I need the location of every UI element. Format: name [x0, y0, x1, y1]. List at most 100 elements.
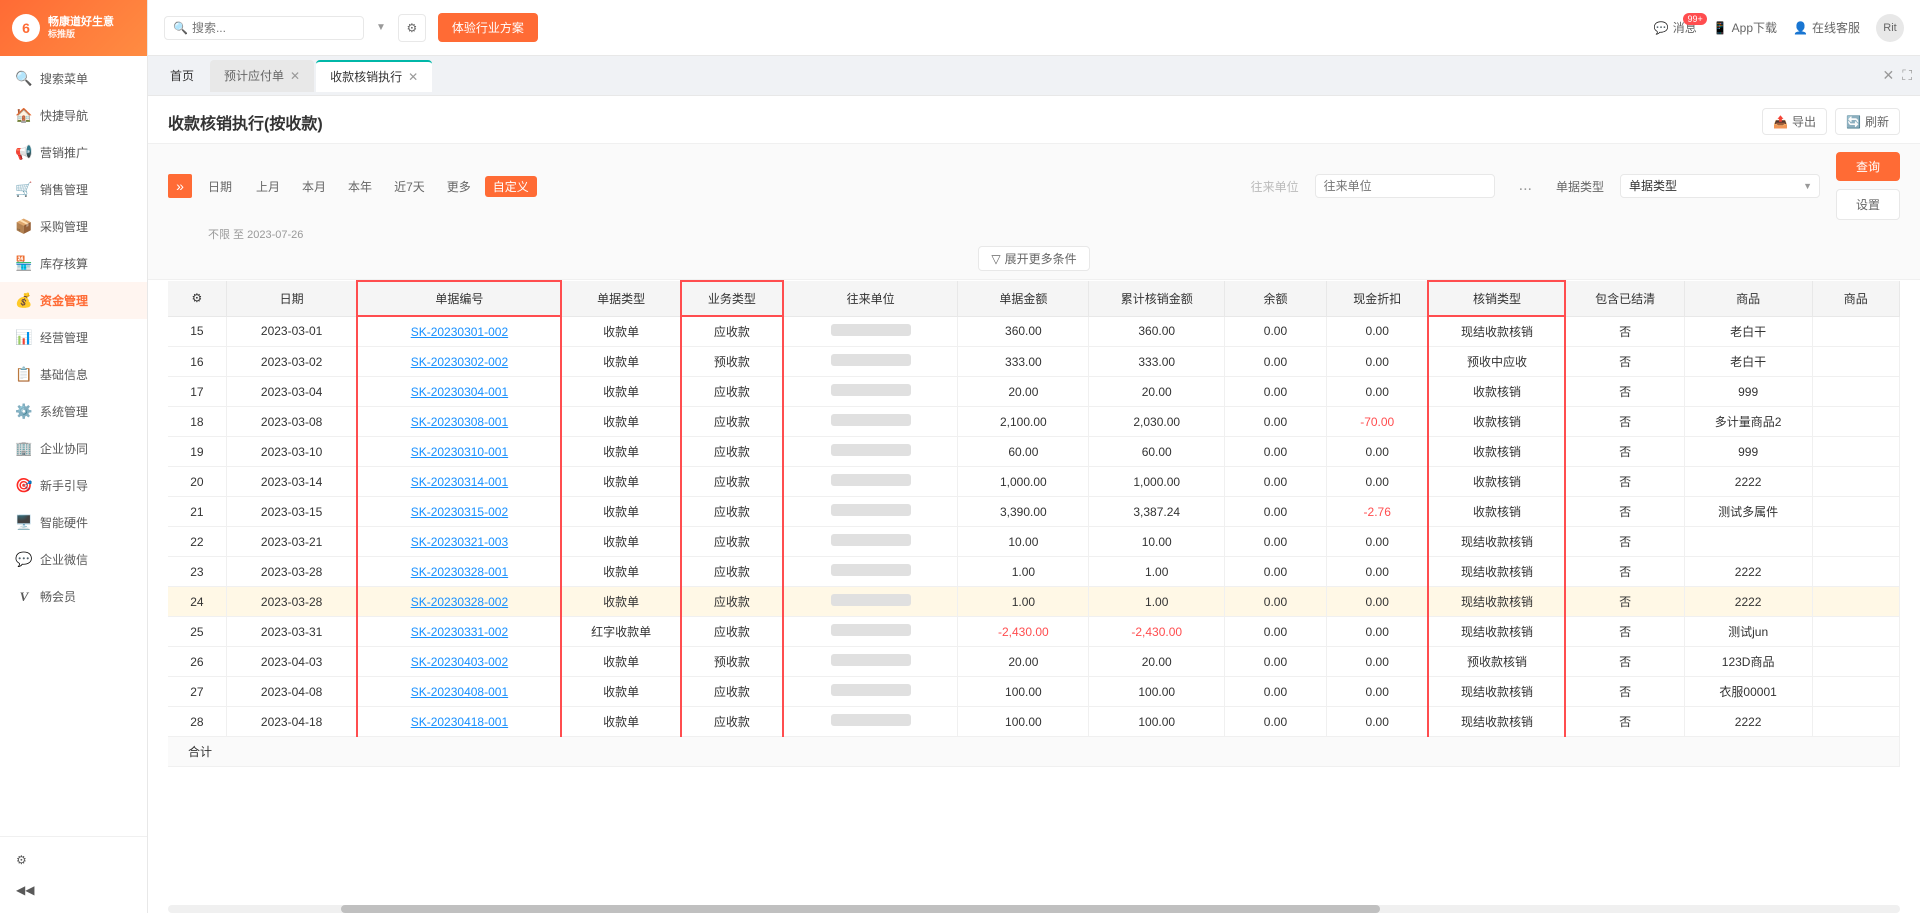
- sidebar-item-basic-info[interactable]: 📋 基础信息: [0, 356, 147, 393]
- cell-order-no: SK-20230308-001: [357, 407, 561, 437]
- tab-writeoff[interactable]: 收款核销执行 ✕: [316, 60, 432, 92]
- filter-expand-button[interactable]: »: [168, 174, 192, 198]
- cell-goods2: [1812, 437, 1900, 467]
- cell-unit: [783, 647, 958, 677]
- cell-order-no: SK-20230331-002: [357, 617, 561, 647]
- filter-date-custom[interactable]: 自定义: [485, 176, 537, 197]
- th-settings[interactable]: ⚙: [168, 281, 226, 316]
- cell-no: 19: [168, 437, 226, 467]
- cell-balance: 0.00: [1224, 617, 1326, 647]
- cell-order-no: SK-20230310-001: [357, 437, 561, 467]
- cell-discount: 0.00: [1326, 557, 1428, 587]
- sidebar-item-marketing[interactable]: 📢 营销推广: [0, 134, 147, 171]
- cell-writeoff-amount: 10.00: [1089, 527, 1225, 557]
- cell-goods2: [1812, 467, 1900, 497]
- filter-expand-more-button[interactable]: ▽ 展开更多条件: [978, 246, 1089, 271]
- cell-writeoff-amount: 1,000.00: [1089, 467, 1225, 497]
- cell-unit: [783, 316, 958, 347]
- cell-biz-type: 预收款: [681, 647, 783, 677]
- sidebar-item-inventory[interactable]: 🏪 库存核算: [0, 245, 147, 282]
- cell-balance: 0.00: [1224, 347, 1326, 377]
- table-scrollbar[interactable]: [168, 905, 1900, 913]
- sidebar-item-enterprise[interactable]: 🏢 企业协同: [0, 430, 147, 467]
- tab-close-all-icon[interactable]: ✕: [1882, 67, 1894, 84]
- order-link[interactable]: SK-20230301-002: [411, 325, 508, 339]
- topbar-settings-button[interactable]: ⚙: [398, 14, 426, 42]
- order-link[interactable]: SK-20230302-002: [411, 355, 508, 369]
- query-button[interactable]: 查询: [1836, 152, 1900, 181]
- refresh-button[interactable]: 🔄 刷新: [1835, 108, 1900, 135]
- sidebar-item-guide[interactable]: 🎯 新手引导: [0, 467, 147, 504]
- cell-balance: 0.00: [1224, 587, 1326, 617]
- sidebar-collapse-btn[interactable]: ◀◀: [0, 875, 147, 905]
- sidebar-item-member[interactable]: V 畅会员: [0, 578, 147, 615]
- solution-button[interactable]: 体验行业方案: [438, 13, 538, 42]
- tab-prepay[interactable]: 预计应付单 ✕: [210, 60, 314, 92]
- topbar-chevron-icon: ▼: [376, 22, 386, 33]
- th-biz-type: 业务类型: [681, 281, 783, 316]
- cell-amount: 1.00: [958, 587, 1089, 617]
- cell-settled: 否: [1565, 677, 1684, 707]
- order-link[interactable]: SK-20230403-002: [411, 655, 508, 669]
- sidebar-settings-btn[interactable]: ⚙: [0, 845, 147, 875]
- order-link[interactable]: SK-20230310-001: [411, 445, 508, 459]
- filter-date-this-year[interactable]: 本年: [340, 176, 380, 197]
- cell-balance: 0.00: [1224, 677, 1326, 707]
- filter-date-more[interactable]: 更多: [439, 176, 479, 197]
- online-service-button[interactable]: 👤 在线客服: [1793, 19, 1860, 36]
- tab-home[interactable]: 首页: [156, 60, 208, 92]
- filter-type-select[interactable]: 单据类型: [1620, 174, 1820, 198]
- column-settings-icon[interactable]: ⚙: [192, 291, 203, 305]
- service-icon: 👤: [1793, 21, 1808, 35]
- table-scrollbar-thumb[interactable]: [341, 905, 1380, 913]
- order-link[interactable]: SK-20230321-003: [411, 535, 508, 549]
- filter-date-last-month[interactable]: 上月: [248, 176, 288, 197]
- sidebar-item-quick-nav[interactable]: 🏠 快捷导航: [0, 97, 147, 134]
- messages-button[interactable]: 💬 消息 99+: [1654, 19, 1697, 36]
- cell-settled: 否: [1565, 497, 1684, 527]
- filter-date-this-month[interactable]: 本月: [294, 176, 334, 197]
- order-link[interactable]: SK-20230331-002: [411, 625, 508, 639]
- user-avatar[interactable]: Rit: [1876, 14, 1904, 42]
- sidebar-item-system[interactable]: ⚙️ 系统管理: [0, 393, 147, 430]
- sidebar-item-hardware[interactable]: 🖥️ 智能硬件: [0, 504, 147, 541]
- export-button[interactable]: 📤 导出: [1762, 108, 1827, 135]
- sidebar-item-finance[interactable]: 💰 资金管理: [0, 282, 147, 319]
- order-link[interactable]: SK-20230314-001: [411, 475, 508, 489]
- tab-fullscreen-icon[interactable]: ⛶: [1902, 67, 1912, 84]
- order-link[interactable]: SK-20230304-001: [411, 385, 508, 399]
- cell-order-no: SK-20230321-003: [357, 527, 561, 557]
- filter-date-7days[interactable]: 近7天: [386, 176, 433, 197]
- th-amount: 单据金额: [958, 281, 1089, 316]
- cell-settled: 否: [1565, 617, 1684, 647]
- tab-writeoff-close[interactable]: ✕: [408, 70, 418, 84]
- cell-biz-type: 应收款: [681, 437, 783, 467]
- order-link[interactable]: SK-20230328-001: [411, 565, 508, 579]
- cell-writeoff-type: 现结收款核销: [1428, 617, 1565, 647]
- operation-icon: 📊: [16, 330, 32, 346]
- order-link[interactable]: SK-20230418-001: [411, 715, 508, 729]
- sidebar-item-operation[interactable]: 📊 经营管理: [0, 319, 147, 356]
- app-download-button[interactable]: 📱 App下载: [1713, 19, 1777, 36]
- order-link[interactable]: SK-20230408-001: [411, 685, 508, 699]
- sidebar-item-wechat[interactable]: 💬 企业微信: [0, 541, 147, 578]
- cell-unit: [783, 377, 958, 407]
- topbar-search-input[interactable]: [192, 21, 352, 35]
- cell-no: 24: [168, 587, 226, 617]
- order-link[interactable]: SK-20230315-002: [411, 505, 508, 519]
- cell-discount: 0.00: [1326, 617, 1428, 647]
- cell-date: 2023-03-01: [226, 316, 357, 347]
- sidebar-item-sales[interactable]: 🛒 销售管理: [0, 171, 147, 208]
- topbar-search-area[interactable]: 🔍: [164, 16, 364, 40]
- table-row: 16 2023-03-02 SK-20230302-002 收款单 预收款 33…: [168, 347, 1900, 377]
- filter-unit-input[interactable]: [1315, 174, 1495, 198]
- sidebar-item-search[interactable]: 🔍 搜索菜单: [0, 60, 147, 97]
- tab-prepay-close[interactable]: ✕: [290, 69, 300, 83]
- filter-settings-button[interactable]: 设置: [1836, 189, 1900, 220]
- order-link[interactable]: SK-20230328-002: [411, 595, 508, 609]
- order-link[interactable]: SK-20230308-001: [411, 415, 508, 429]
- sidebar-item-purchase[interactable]: 📦 采购管理: [0, 208, 147, 245]
- cell-settled: 否: [1565, 316, 1684, 347]
- cell-goods2: [1812, 347, 1900, 377]
- cell-balance: 0.00: [1224, 316, 1326, 347]
